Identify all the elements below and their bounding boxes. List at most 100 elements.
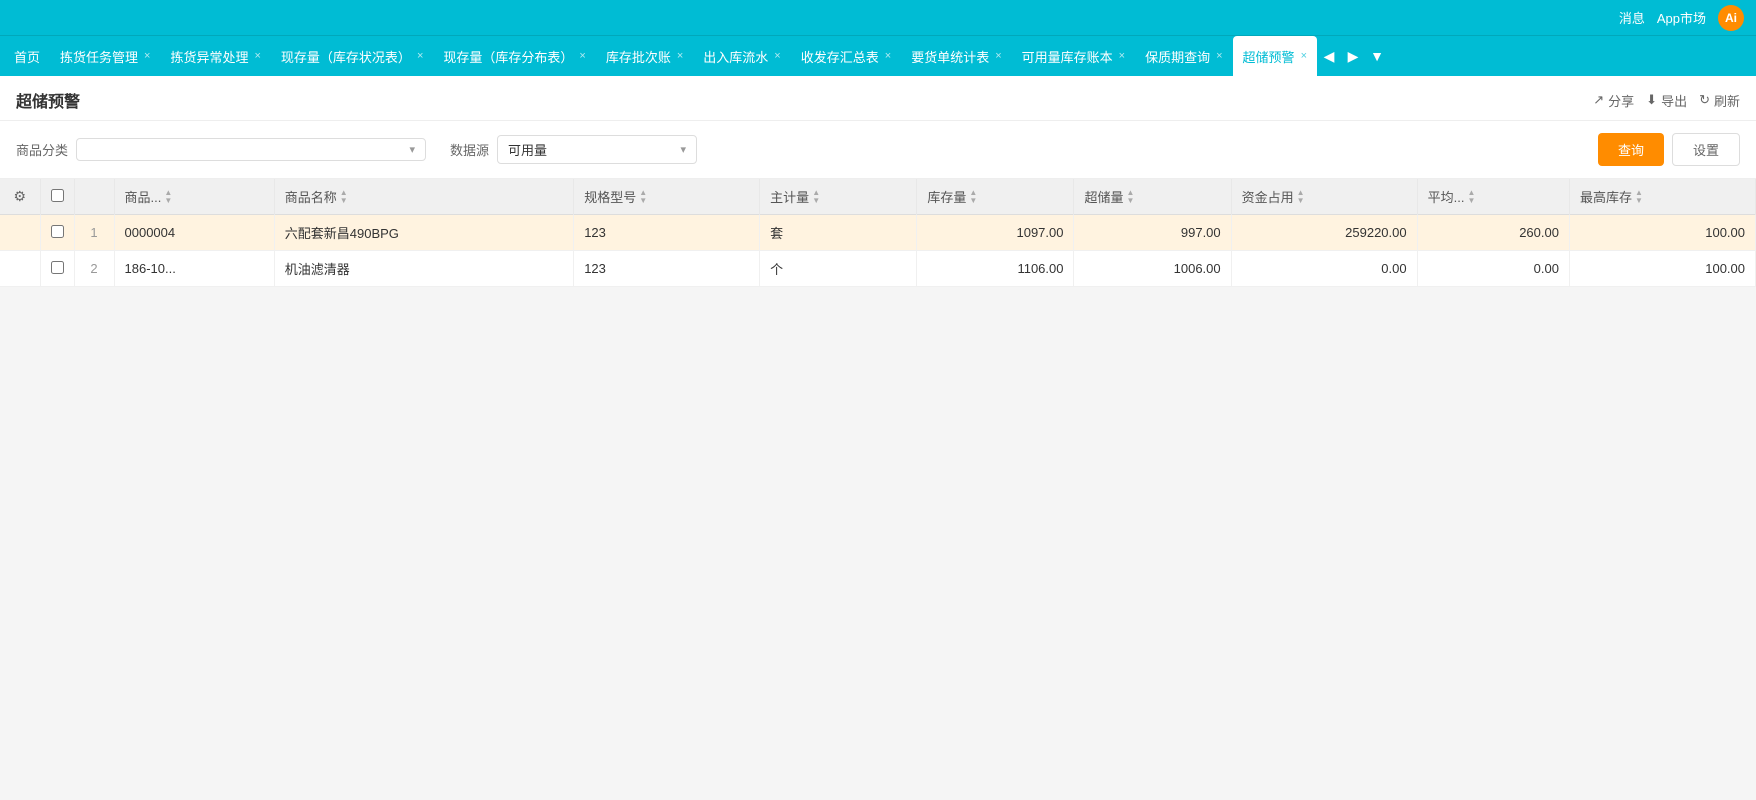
- nav-next-arrow[interactable]: ▶: [1341, 36, 1365, 76]
- message-link[interactable]: 消息: [1619, 8, 1645, 27]
- th-spec-label: 规格型号: [584, 187, 636, 206]
- th-overstock[interactable]: 超储量 ▲▼: [1074, 179, 1231, 215]
- category-label: 商品分类: [16, 140, 68, 159]
- header-actions: ↗ 分享 ⬇ 导出 ↻ 刷新: [1593, 91, 1740, 110]
- close-icon-inout-flow[interactable]: ×: [774, 50, 780, 62]
- close-icon-order-stats[interactable]: ×: [995, 50, 1001, 62]
- close-icon-available[interactable]: ×: [1119, 50, 1125, 62]
- settings-gear-icon[interactable]: ⚙: [13, 188, 26, 204]
- row-avg-price: 260.00: [1417, 215, 1569, 251]
- nav-item-inout-flow[interactable]: 出入库流水 ×: [693, 36, 790, 76]
- overstock-table: ⚙ 商品... ▲▼ 商品名称 ▲▼: [0, 179, 1756, 287]
- sort-arrows-stock: ▲▼: [969, 189, 977, 205]
- th-avg-price[interactable]: 平均... ▲▼: [1417, 179, 1569, 215]
- nav-item-inventory-status[interactable]: 现存量（库存状况表） ×: [271, 36, 433, 76]
- nav-item-order-stats[interactable]: 要货单统计表 ×: [901, 36, 1011, 76]
- table-header-row: ⚙ 商品... ▲▼ 商品名称 ▲▼: [0, 179, 1756, 215]
- filter-category: 商品分类 ▾: [16, 138, 426, 161]
- category-chevron-icon: ▾: [409, 143, 415, 156]
- filter-datasource: 数据源 可用量 ▾: [450, 135, 697, 164]
- app-market-link[interactable]: App市场: [1657, 8, 1706, 27]
- share-icon: ↗: [1593, 92, 1604, 108]
- nav-more-arrow[interactable]: ▼: [1365, 36, 1389, 76]
- close-icon-inventory-dist[interactable]: ×: [579, 50, 585, 62]
- th-capital-label: 资金占用: [1242, 187, 1294, 206]
- nav-item-home[interactable]: 首页: [4, 36, 50, 76]
- setting-button[interactable]: 设置: [1672, 133, 1740, 166]
- th-settings[interactable]: ⚙: [0, 179, 40, 215]
- nav-item-overstock[interactable]: 超储预警 ×: [1233, 36, 1317, 76]
- th-product-code-label: 商品...: [125, 187, 162, 206]
- share-button[interactable]: ↗ 分享: [1593, 91, 1634, 110]
- nav-label-inout-flow: 出入库流水: [703, 47, 768, 66]
- datasource-chevron-icon: ▾: [681, 143, 687, 156]
- close-icon-expiry[interactable]: ×: [1216, 50, 1222, 62]
- row-num: 1: [74, 215, 114, 251]
- nav-prev-arrow[interactable]: ◀: [1317, 36, 1341, 76]
- page-header: 超储预警 ↗ 分享 ⬇ 导出 ↻ 刷新: [0, 76, 1756, 121]
- row-gear-cell: [0, 215, 40, 251]
- sort-arrows-avg-price: ▲▼: [1467, 189, 1475, 205]
- nav-item-batch[interactable]: 库存批次账 ×: [596, 36, 693, 76]
- row-checkbox[interactable]: [51, 261, 64, 274]
- th-max-stock[interactable]: 最高库存 ▲▼: [1569, 179, 1755, 215]
- close-icon-inventory-status[interactable]: ×: [417, 50, 423, 62]
- row-product-code: 0000004: [114, 215, 274, 251]
- row-product-name: 六配套新昌490BPG: [274, 215, 573, 251]
- nav-label-batch: 库存批次账: [606, 47, 671, 66]
- close-icon-exception[interactable]: ×: [254, 50, 260, 62]
- row-stock: 1106.00: [917, 251, 1074, 287]
- nav-item-inventory-dist[interactable]: 现存量（库存分布表） ×: [433, 36, 595, 76]
- th-spec[interactable]: 规格型号 ▲▼: [574, 179, 760, 215]
- row-overstock: 1006.00: [1074, 251, 1231, 287]
- share-label: 分享: [1608, 91, 1634, 110]
- th-product-code[interactable]: 商品... ▲▼: [114, 179, 274, 215]
- nav-item-task[interactable]: 拣货任务管理 ×: [50, 36, 160, 76]
- sort-arrows-overstock: ▲▼: [1127, 189, 1135, 205]
- query-button[interactable]: 查询: [1598, 133, 1664, 166]
- row-checkbox[interactable]: [51, 225, 64, 238]
- select-all-checkbox[interactable]: [51, 189, 64, 202]
- export-label: 导出: [1661, 91, 1687, 110]
- row-spec: 123: [574, 215, 760, 251]
- refresh-button[interactable]: ↻ 刷新: [1699, 91, 1740, 110]
- table-container: ⚙ 商品... ▲▼ 商品名称 ▲▼: [0, 179, 1756, 287]
- th-unit[interactable]: 主计量 ▲▼: [760, 179, 917, 215]
- export-button[interactable]: ⬇ 导出: [1646, 91, 1687, 110]
- row-checkbox-cell[interactable]: [40, 251, 74, 287]
- nav-label-available: 可用量库存账本: [1022, 47, 1113, 66]
- avatar[interactable]: Ai: [1718, 5, 1744, 31]
- close-icon-overstock[interactable]: ×: [1301, 50, 1307, 62]
- datasource-select[interactable]: 可用量 ▾: [497, 135, 697, 164]
- nav-item-summary[interactable]: 收发存汇总表 ×: [791, 36, 901, 76]
- th-max-stock-label: 最高库存: [1580, 187, 1632, 206]
- nav-label-task: 拣货任务管理: [60, 47, 138, 66]
- nav-label-order-stats: 要货单统计表: [911, 47, 989, 66]
- sort-arrows-unit: ▲▼: [812, 189, 820, 205]
- sort-arrows-product-name: ▲▼: [340, 189, 348, 205]
- row-overstock: 997.00: [1074, 215, 1231, 251]
- nav-item-exception[interactable]: 拣货异常处理 ×: [160, 36, 270, 76]
- row-spec: 123: [574, 251, 760, 287]
- refresh-label: 刷新: [1714, 91, 1740, 110]
- row-unit: 个: [760, 251, 917, 287]
- refresh-icon: ↻: [1699, 92, 1710, 108]
- nav-item-available[interactable]: 可用量库存账本 ×: [1012, 36, 1135, 76]
- nav-bar: 首页 拣货任务管理 × 拣货异常处理 × 现存量（库存状况表） × 现存量（库存…: [0, 36, 1756, 76]
- th-product-name-label: 商品名称: [285, 187, 337, 206]
- close-icon-batch[interactable]: ×: [677, 50, 683, 62]
- close-icon-task[interactable]: ×: [144, 50, 150, 62]
- table-row: 1 0000004 六配套新昌490BPG 123 套 1097.00 997.…: [0, 215, 1756, 251]
- row-avg-price: 0.00: [1417, 251, 1569, 287]
- row-checkbox-cell[interactable]: [40, 215, 74, 251]
- category-select[interactable]: ▾: [76, 138, 426, 161]
- th-checkbox[interactable]: [40, 179, 74, 215]
- sort-arrows-spec: ▲▼: [639, 189, 647, 205]
- sort-arrows-product-code: ▲▼: [164, 189, 172, 205]
- th-capital[interactable]: 资金占用 ▲▼: [1231, 179, 1417, 215]
- th-product-name[interactable]: 商品名称 ▲▼: [274, 179, 573, 215]
- close-icon-summary[interactable]: ×: [885, 50, 891, 62]
- nav-item-expiry[interactable]: 保质期查询 ×: [1135, 36, 1232, 76]
- table-row: 2 186-10... 机油滤清器 123 个 1106.00 1006.00 …: [0, 251, 1756, 287]
- th-stock[interactable]: 库存量 ▲▼: [917, 179, 1074, 215]
